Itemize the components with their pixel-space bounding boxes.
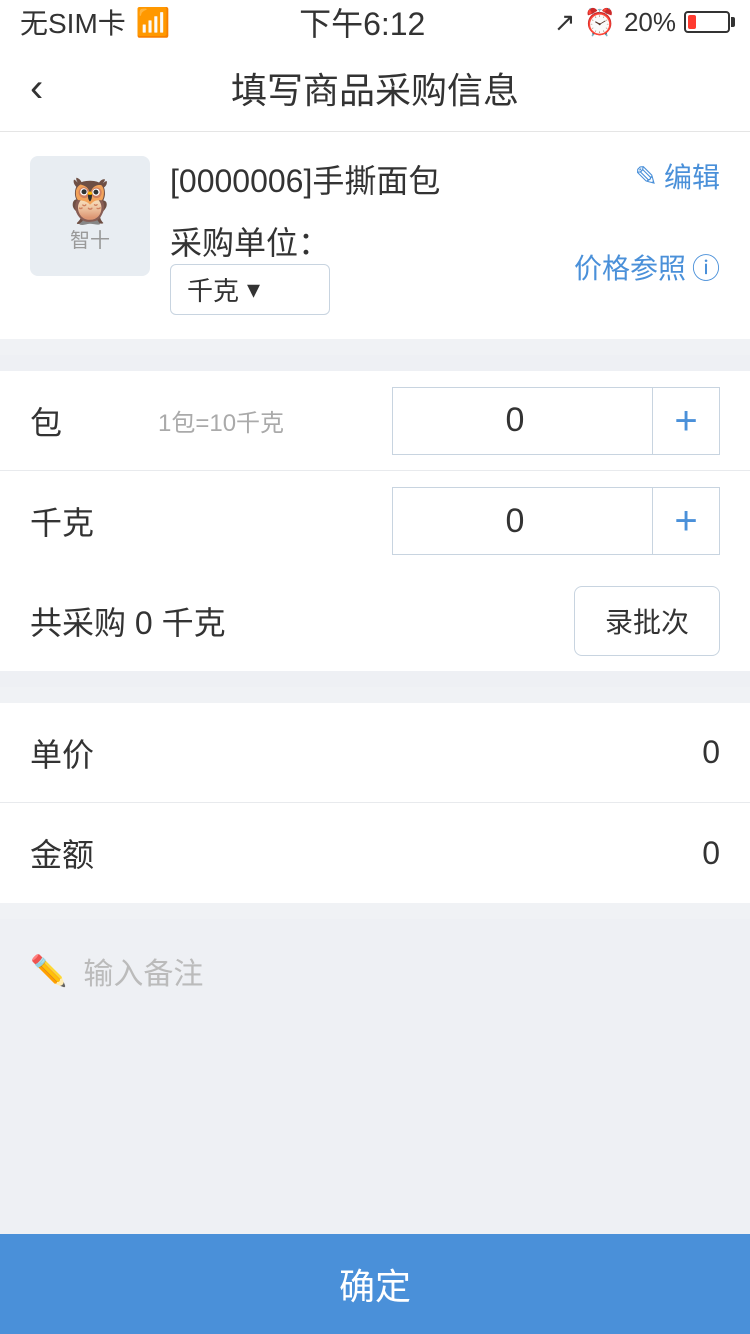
status-bar: 无SIM卡 📶 下午6:12 ↗ ⏰ 20%: [0, 0, 750, 44]
status-right: ↗ ⏰ 20%: [554, 7, 730, 38]
info-icon: ⓘ: [692, 247, 720, 287]
price-ref-button[interactable]: 价格参照 ⓘ: [574, 247, 720, 287]
edit-button[interactable]: ✎ 编辑: [635, 156, 720, 196]
unit-price-value: 0: [702, 734, 720, 771]
chevron-down-icon: ▾: [247, 274, 260, 305]
product-image-icon: 🦉: [63, 180, 118, 224]
nav-bar: ‹ 填写商品采购信息: [0, 44, 750, 132]
edit-icon: ✎: [635, 160, 658, 193]
kg-quantity-input[interactable]: [392, 487, 652, 555]
battery-fill: [688, 15, 696, 29]
remark-section[interactable]: ✏️ 输入备注: [0, 919, 750, 1023]
product-image: 🦉 智十: [30, 156, 150, 276]
section-divider-1: [0, 355, 750, 371]
input-section: 包 1包=10千克 + 千克 +: [0, 371, 750, 571]
confirm-button[interactable]: 确定: [0, 1234, 750, 1334]
kg-input-right: +: [392, 487, 720, 555]
kg-plus-button[interactable]: +: [652, 487, 720, 555]
record-batch-button[interactable]: 录批次: [574, 586, 720, 656]
battery-icon: [684, 11, 730, 33]
location-icon: ↗: [554, 7, 576, 38]
bag-label: 包: [30, 398, 150, 444]
carrier-text: 无SIM卡: [20, 2, 126, 42]
product-card: 🦉 智十 [0000006]手撕面包 ✎ 编辑 采购单位： 千克 ▾ 价格参照: [0, 132, 750, 339]
bag-quantity-input[interactable]: [392, 387, 652, 455]
price-section: 单价 0 金额 0: [0, 703, 750, 903]
wifi-icon: 📶: [136, 6, 171, 39]
remark-placeholder: 输入备注: [83, 949, 203, 993]
product-info: [0000006]手撕面包 ✎ 编辑 采购单位： 千克 ▾ 价格参照 ⓘ: [170, 156, 720, 315]
kg-input-row: 千克 +: [0, 471, 750, 571]
section-divider-2: [0, 671, 750, 687]
bag-sublabel: 1包=10千克: [158, 403, 284, 438]
pencil-icon: ✏️: [30, 954, 67, 989]
status-left: 无SIM卡 📶: [20, 2, 171, 42]
kg-label: 千克: [30, 498, 150, 544]
status-time: 下午6:12: [299, 0, 425, 45]
alarm-icon: ⏰: [584, 7, 616, 38]
product-name: [0000006]手撕面包: [170, 156, 440, 202]
edit-label: 编辑: [664, 156, 720, 196]
unit-label: 采购单位： 千克 ▾: [170, 218, 330, 315]
page-title: 填写商品采购信息: [231, 62, 519, 114]
bag-input-row: 包 1包=10千克 +: [0, 371, 750, 471]
total-text: 共采购 0 千克: [30, 598, 226, 644]
bag-plus-button[interactable]: +: [652, 387, 720, 455]
bag-input-right: +: [392, 387, 720, 455]
unit-price-label: 单价: [30, 730, 94, 776]
back-button[interactable]: ‹: [30, 68, 43, 108]
total-row: 共采购 0 千克 录批次: [0, 571, 750, 671]
amount-label: 金额: [30, 830, 94, 876]
unit-select[interactable]: 千克 ▾: [170, 264, 330, 315]
product-unit-row: 采购单位： 千克 ▾ 价格参照 ⓘ: [170, 218, 720, 315]
product-image-subtext: 智十: [70, 224, 110, 253]
product-header: [0000006]手撕面包 ✎ 编辑: [170, 156, 720, 202]
amount-value: 0: [702, 835, 720, 872]
battery-percent: 20%: [624, 7, 676, 38]
amount-row: 金额 0: [0, 803, 750, 903]
unit-price-row: 单价 0: [0, 703, 750, 803]
